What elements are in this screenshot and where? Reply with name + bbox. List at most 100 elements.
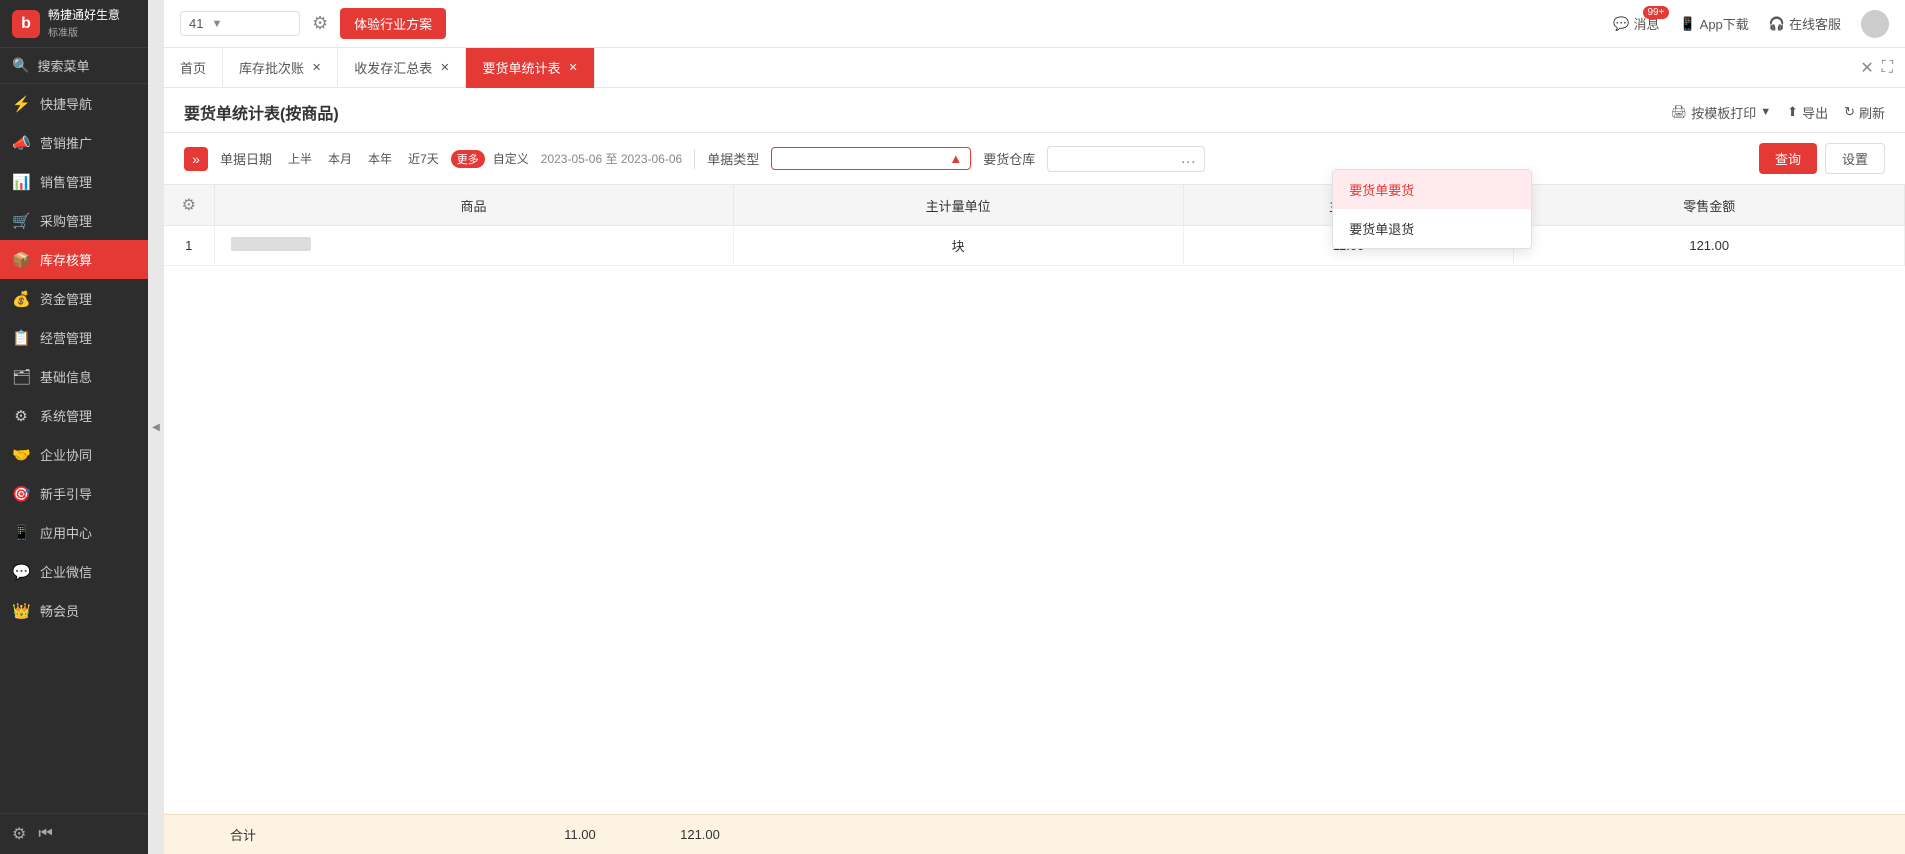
tab-receive-summary-label: 收发存汇总表 [354,58,432,77]
cell-amount: 121.00 [1514,226,1905,266]
tab-inventory-batch-close[interactable]: ✕ [312,61,321,74]
tab-receive-summary-close[interactable]: ✕ [440,61,449,74]
warehouse-filter-input[interactable] [1056,151,1176,166]
sidebar-item-enterprise[interactable]: 🤝 企业协同 [0,435,148,474]
dropdown-item-return[interactable]: 要货单退货 [1333,209,1531,248]
table-footer: 合计 11.00 121.00 [164,814,1905,854]
customer-service-label: 在线客服 [1789,14,1841,33]
date-custom-btn[interactable]: 自定义 [493,150,529,167]
sidebar-search[interactable]: 🔍 搜索菜单 [0,48,148,84]
sidebar-item-sales[interactable]: 📊 销售管理 [0,162,148,201]
dropdown-item-requisition[interactable]: 要货单要货 [1333,170,1531,209]
template-print-btn[interactable]: 🖨 按模板打印 ▼ [1671,103,1771,122]
app-logo-text: 畅捷通好生意 标准版 [48,8,120,39]
date-range-text: 2023-05-06 至 2023-06-06 [541,152,682,166]
sidebar-item-label: 销售管理 [40,172,92,191]
settings-btn[interactable]: 设置 [1825,143,1885,174]
topbar-gear-icon[interactable]: ⚙ [312,13,328,34]
date-preset-recent7[interactable]: 近7天 [404,148,443,169]
sidebar-collapse-icon[interactable]: ⏮ [38,825,52,843]
purchase-icon: 🛒 [12,212,30,230]
sidebar-item-label: 资金管理 [40,289,92,308]
sidebar-item-label: 畅会员 [40,601,79,620]
date-range-display: 2023-05-06 至 2023-06-06 [541,150,682,167]
dropdown-item-return-label: 要货单退货 [1349,222,1414,237]
sidebar-item-system[interactable]: ⚙ 系统管理 [0,396,148,435]
messages-icon: 💬 [1613,16,1629,32]
export-btn[interactable]: ⬆ 导出 [1787,103,1828,122]
table-row: 1 块 11.00 121.00 [164,226,1905,266]
sidebar-item-quick-nav[interactable]: ⚡ 快捷导航 [0,84,148,123]
sidebar-item-label: 企业协同 [40,445,92,464]
page-title: 要货单统计表(按商品) [184,100,339,124]
type-filter-input-wrapper[interactable]: ▲ 要货单要货 要货单退货 [771,147,971,170]
product-placeholder [231,237,311,251]
sidebar-search-label: 搜索菜单 [37,56,89,75]
col-product: 商品 [214,185,733,226]
tab-home[interactable]: 首页 [164,48,223,88]
tab-order-summary[interactable]: 要货单统计表 ✕ [466,48,594,88]
sidebar-collapse-handle[interactable]: ◀ [148,0,164,854]
enterprise-icon: 🤝 [12,446,30,464]
cell-product [214,226,733,266]
weixin-icon: 💬 [12,563,30,581]
warehouse-filter-label: 要货仓库 [983,149,1035,168]
col-amount: 零售金额 [1514,185,1905,226]
export-label: 导出 [1802,103,1828,122]
table-settings-icon[interactable]: ⚙ [182,197,196,214]
sidebar-item-basic-info[interactable]: 🗂 基础信息 [0,357,148,396]
date-more-badge[interactable]: 更多 [451,150,485,168]
warehouse-filter-input-wrapper[interactable]: … [1047,146,1205,172]
sidebar-item-label: 库存核算 [40,250,92,269]
tabs-expand-icon[interactable]: ⛶ [1882,59,1893,77]
trial-btn[interactable]: 体验行业方案 [340,8,446,39]
customer-service-item[interactable]: 🎧 在线客服 [1769,14,1841,33]
tab-receive-summary[interactable]: 收发存汇总表 ✕ [338,48,466,88]
app-download-item[interactable]: 📱 App下载 [1679,14,1748,33]
sidebar-item-label: 基础信息 [40,367,92,386]
system-icon: ⚙ [12,407,30,425]
sidebar-item-weixin[interactable]: 💬 企业微信 [0,552,148,591]
type-filter-input[interactable] [780,151,949,166]
refresh-btn[interactable]: ↻ 刷新 [1844,103,1885,122]
sidebar-item-guide[interactable]: 🎯 新手引导 [0,474,148,513]
tab-order-summary-close[interactable]: ✕ [569,61,578,74]
sidebar-item-inventory[interactable]: 📦 库存核算 [0,240,148,279]
sidebar-item-purchase[interactable]: 🛒 采购管理 [0,201,148,240]
app-logo-icon: b [12,10,40,38]
more-filter-icon[interactable]: … [1180,150,1196,168]
topbar-right: 💬 消息 99+ 📱 App下载 🎧 在线客服 [1613,10,1889,38]
messages-item[interactable]: 💬 消息 99+ [1613,14,1659,33]
settings-gear-icon[interactable]: ⚙ [12,824,26,844]
user-avatar-item[interactable] [1861,10,1889,38]
sidebar-nav: ⚡ 快捷导航 📣 营销推广 📊 销售管理 🛒 采购管理 📦 库存核算 💰 资金管… [0,84,148,813]
sidebar-item-operations[interactable]: 📋 经营管理 [0,318,148,357]
sidebar-item-marketing[interactable]: 📣 营销推广 [0,123,148,162]
tabs-bar: 首页 库存批次账 ✕ 收发存汇总表 ✕ 要货单统计表 ✕ ✕ ⛶ [164,48,1905,88]
cell-seq: 1 [164,226,214,266]
tab-inventory-batch-label: 库存批次账 [239,58,304,77]
page-actions: 🖨 按模板打印 ▼ ⬆ 导出 ↻ 刷新 [1671,103,1885,122]
tab-inventory-batch[interactable]: 库存批次账 ✕ [223,48,338,88]
filter-expand-btn[interactable]: » [184,147,208,171]
refresh-icon: ↻ [1844,104,1855,120]
query-btn[interactable]: 查询 [1759,143,1817,174]
sales-icon: 📊 [12,173,30,191]
operations-icon: 📋 [12,329,30,347]
date-presets: 上半 本月 本年 近7天 更多 自定义 [284,148,529,169]
sidebar-item-label: 新手引导 [40,484,92,503]
guide-icon: 🎯 [12,485,30,503]
app-download-icon: 📱 [1679,16,1695,32]
col-unit: 主计量单位 [733,185,1183,226]
sidebar-item-finance[interactable]: 💰 资金管理 [0,279,148,318]
type-filter-chevron-icon[interactable]: ▲ [949,151,962,166]
date-preset-upper[interactable]: 上半 [284,148,316,169]
date-preset-year[interactable]: 本年 [364,148,396,169]
date-preset-month[interactable]: 本月 [324,148,356,169]
sidebar-item-member[interactable]: 👑 畅会员 [0,591,148,630]
sidebar-item-app-center[interactable]: 📱 应用中心 [0,513,148,552]
company-selector[interactable]: 41 ▼ [180,11,300,36]
tabs-close-all-icon[interactable]: ✕ [1860,58,1873,78]
customer-service-icon: 🎧 [1769,16,1785,32]
col-settings: ⚙ [164,185,214,226]
